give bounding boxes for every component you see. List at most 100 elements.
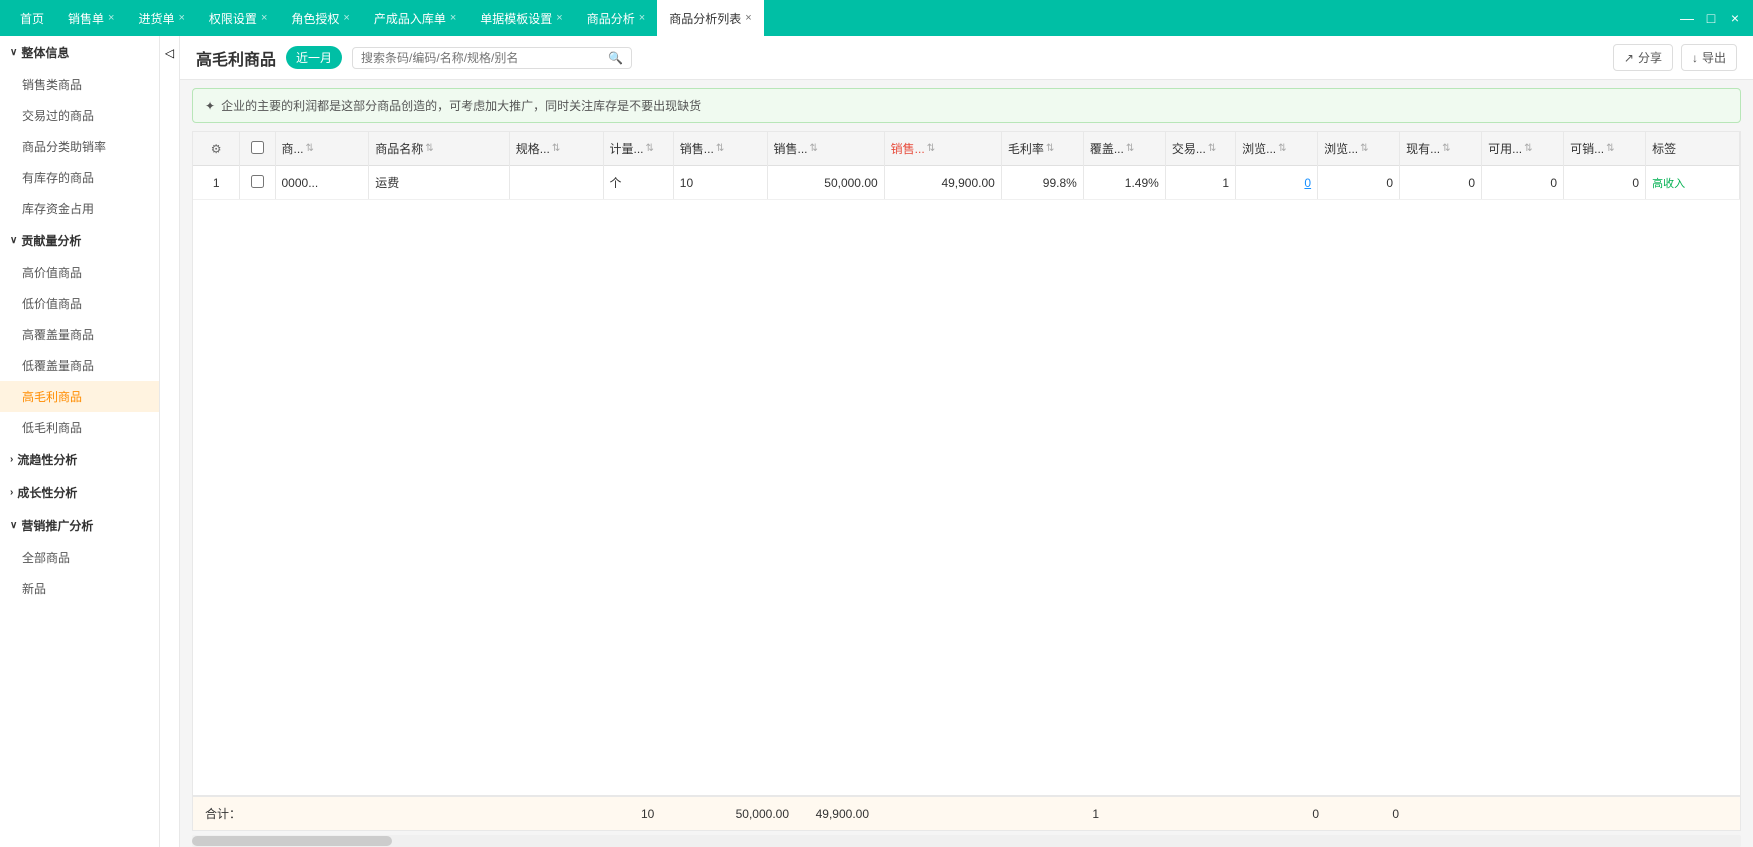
sidebar-group-contribution[interactable]: ∨ 贡献量分析 [0,224,159,257]
sort-icon-sales-amount: ⇅ [810,143,818,154]
sidebar-item-low-coverage[interactable]: 低覆盖量商品 [0,350,159,381]
collapse-arrow-marketing: ∨ [10,520,17,531]
sidebar-item-category-rate[interactable]: 商品分类助销率 [0,131,159,162]
sidebar-item-sales-products[interactable]: 销售类商品 [0,69,159,100]
row-checkbox[interactable] [251,175,264,188]
scrollbar-thumb[interactable] [192,836,392,846]
col-header-num: ⚙ [193,132,240,166]
sidebar-item-new-products[interactable]: 新品 [0,573,159,604]
footer-trade: 1 [1025,807,1105,821]
sort-icon-trade: ⇅ [1208,143,1216,154]
data-table-container: ⚙ 商... ⇅ 商品名称 [192,131,1741,796]
close-button[interactable]: × [1725,8,1745,28]
header-actions: ↗ 分享 ↓ 导出 [1613,44,1737,71]
nav-product-analysis-list[interactable]: 商品分析列表 × [657,0,763,36]
sidebar-group-overall[interactable]: ∨ 整体信息 [0,36,159,69]
cell-tag: 高收入 [1646,166,1740,200]
col-header-sales-qty[interactable]: 销售... ⇅ [673,132,767,166]
nav-product-analysis[interactable]: 商品分析 × [575,0,657,36]
nav-home[interactable]: 首页 [8,0,56,36]
col-header-stock[interactable]: 现有... ⇅ [1400,132,1482,166]
search-icon[interactable]: 🔍 [608,51,623,65]
sidebar-item-in-stock[interactable]: 有库存的商品 [0,162,159,193]
col-header-trade[interactable]: 交易... ⇅ [1165,132,1235,166]
share-button[interactable]: ↗ 分享 [1613,44,1673,71]
col-header-avail[interactable]: 可用... ⇅ [1482,132,1564,166]
cell-avail: 0 [1482,166,1564,200]
footer-spacer1 [265,807,635,821]
sidebar-collapse-button[interactable]: ◁ [160,36,180,847]
close-product-analysis[interactable]: × [639,12,645,24]
collapse-arrow-overall: ∨ [10,47,17,58]
col-header-code[interactable]: 商... ⇅ [275,132,369,166]
sort-icon-code: ⇅ [306,143,314,154]
close-sales-order[interactable]: × [108,12,114,24]
col-header-sell[interactable]: 可销... ⇅ [1564,132,1646,166]
col-header-spec[interactable]: 规格... ⇅ [509,132,603,166]
cell-cover: 1.49% [1083,166,1165,200]
sidebar-item-high-margin[interactable]: 高毛利商品 [0,381,159,412]
close-role-auth[interactable]: × [343,12,349,24]
col-header-margin[interactable]: 毛利率 ⇅ [1001,132,1083,166]
nav-permission-settings[interactable]: 权限设置 × [197,0,279,36]
cell-sell: 0 [1564,166,1646,200]
cell-check[interactable] [240,166,275,200]
footer-sales-qty: 10 [635,807,715,821]
main-layout: ∨ 整体信息 销售类商品 交易过的商品 商品分类助销率 有库存的商品 库存资金占… [0,36,1753,847]
sidebar-group-trend[interactable]: › 流趋性分析 [0,443,159,476]
minimize-button[interactable]: — [1677,8,1697,28]
sidebar-item-traded-products[interactable]: 交易过的商品 [0,100,159,131]
cell-unit: 个 [603,166,673,200]
close-product-analysis-list[interactable]: × [745,12,751,24]
search-box: 🔍 [352,47,632,69]
page-title: 高毛利商品 [196,46,276,70]
sidebar-item-high-value[interactable]: 高价值商品 [0,257,159,288]
col-header-name[interactable]: 商品名称 ⇅ [369,132,510,166]
footer-cells: 10 50,000.00 49,900.00 1 0 0 [265,807,1728,821]
export-button[interactable]: ↓ 导出 [1681,44,1737,71]
sidebar-item-low-value[interactable]: 低价值商品 [0,288,159,319]
col-header-tag: 标签 [1646,132,1740,166]
settings-icon[interactable]: ⚙ [211,142,222,156]
data-table: ⚙ 商... ⇅ 商品名称 [193,132,1740,200]
footer-spacer3 [1105,807,1245,821]
sidebar-item-all-products[interactable]: 全部商品 [0,542,159,573]
sort-icon-cover: ⇅ [1126,143,1134,154]
horizontal-scrollbar[interactable] [192,835,1741,847]
sidebar-group-growth[interactable]: › 成长性分析 [0,476,159,509]
export-icon: ↓ [1692,51,1698,65]
filter-recent-month-button[interactable]: 近一月 [286,46,342,69]
close-template-settings[interactable]: × [556,12,562,24]
sidebar-group-marketing[interactable]: ∨ 营销推广分析 [0,509,159,542]
nav-product-stock[interactable]: 产成品入库单 × [362,0,468,36]
col-header-browse1[interactable]: 浏览... ⇅ [1236,132,1318,166]
footer-avail: 0 [1245,807,1325,821]
sidebar-item-high-coverage[interactable]: 高覆盖量商品 [0,319,159,350]
close-product-stock[interactable]: × [450,12,456,24]
col-header-sales-profit[interactable]: 销售... ⇅ [884,132,1001,166]
nav-role-auth[interactable]: 角色授权 × [279,0,361,36]
maximize-button[interactable]: □ [1701,8,1721,28]
cell-sales-amount: 50,000.00 [767,166,884,200]
nav-template-settings[interactable]: 单据模板设置 × [468,0,574,36]
search-input[interactable] [361,51,608,65]
close-purchase-order[interactable]: × [178,12,184,24]
col-header-sales-amount[interactable]: 销售... ⇅ [767,132,884,166]
nav-purchase-order[interactable]: 进货单 × [126,0,196,36]
col-header-browse2[interactable]: 浏览... ⇅ [1318,132,1400,166]
info-banner: ✦ 企业的主要的利润都是这部分商品创造的，可考虑加大推广，同时关注库存是不要出现… [192,88,1741,123]
sidebar-item-low-margin[interactable]: 低毛利商品 [0,412,159,443]
sidebar-item-stock-capital[interactable]: 库存资金占用 [0,193,159,224]
col-header-cover[interactable]: 覆盖... ⇅ [1083,132,1165,166]
select-all-checkbox[interactable] [251,141,264,154]
table-footer: 合计： 10 50,000.00 49,900.00 1 0 0 [192,796,1741,831]
window-controls: — □ × [1677,8,1745,28]
nav-sales-order[interactable]: 销售单 × [56,0,126,36]
sort-icon-sales-qty: ⇅ [716,143,724,154]
col-header-unit[interactable]: 计量... ⇅ [603,132,673,166]
close-permission-settings[interactable]: × [261,12,267,24]
cell-sales-qty: 10 [673,166,767,200]
col-header-check[interactable] [240,132,275,166]
cell-browse1[interactable]: 0 [1236,166,1318,200]
sort-icon-sell: ⇅ [1606,143,1614,154]
